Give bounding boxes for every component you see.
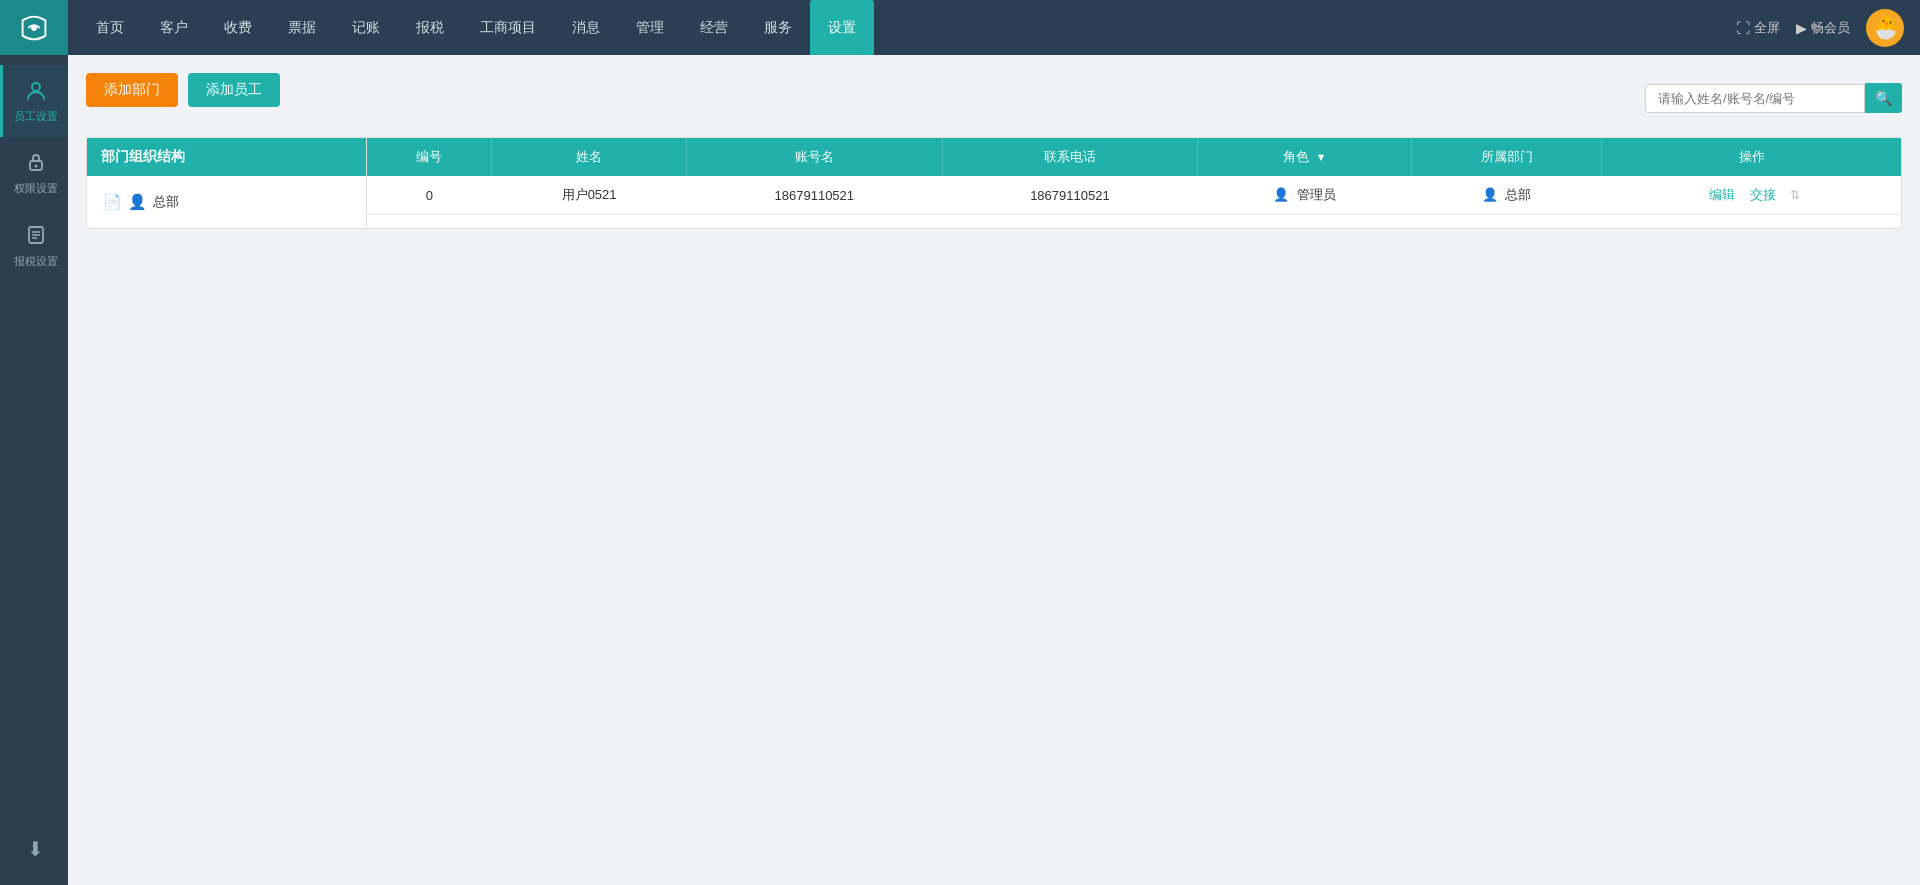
transfer-link[interactable]: 交接 xyxy=(1750,187,1776,202)
sidebar: 员工设置 权限设置 报税设置 xyxy=(0,55,68,885)
role-person-icon: 👤 xyxy=(1273,187,1289,202)
sidebar-bottom: ⬇ xyxy=(0,823,68,885)
col-header-role[interactable]: 角色 ▼ xyxy=(1198,138,1412,176)
nav-item-invoice[interactable]: 票据 xyxy=(270,0,334,55)
table-scroll-area: 编号 姓名 账号名 联系电话 角色 ▼ 所属部门 操作 xyxy=(367,138,1901,215)
nav-item-settings[interactable]: 设置 xyxy=(810,0,874,55)
svg-point-3 xyxy=(34,165,37,168)
avatar-icon: 🐣 xyxy=(1872,15,1899,41)
search-button[interactable]: 🔍 xyxy=(1865,83,1902,113)
nav-item-service[interactable]: 服务 xyxy=(746,0,810,55)
sidebar-label-employee: 员工设置 xyxy=(14,109,58,123)
vip-btn[interactable]: ▶ 畅会员 xyxy=(1796,19,1850,37)
employee-icon xyxy=(25,79,47,104)
table-panel: 编号 姓名 账号名 联系电话 角色 ▼ 所属部门 操作 xyxy=(367,138,1901,228)
add-staff-button[interactable]: 添加员工 xyxy=(188,73,280,107)
nav-item-client[interactable]: 客户 xyxy=(142,0,206,55)
col-role-label: 角色 xyxy=(1283,149,1309,164)
dept-panel-header: 部门组织结构 xyxy=(87,138,366,176)
nav-item-manage[interactable]: 管理 xyxy=(618,0,682,55)
main-panel: 部门组织结构 📄 👤 总部 编号 姓名 xyxy=(86,137,1902,229)
sidebar-item-tax-settings[interactable]: 报税设置 xyxy=(0,210,68,282)
nav-item-business[interactable]: 工商项目 xyxy=(462,0,554,55)
permission-icon xyxy=(25,151,47,176)
col-header-action: 操作 xyxy=(1602,138,1901,176)
svg-point-0 xyxy=(31,25,37,31)
nav-items: 首页 客户 收费 票据 记账 报税 工商项目 消息 管理 经营 服务 设置 xyxy=(68,0,1736,55)
avatar[interactable]: 🐣 xyxy=(1866,9,1904,47)
logo-area xyxy=(0,0,68,55)
nav-item-tax[interactable]: 报税 xyxy=(398,0,462,55)
svg-point-1 xyxy=(32,83,40,91)
filter-icon: ▼ xyxy=(1315,151,1326,163)
tax-settings-icon xyxy=(25,224,47,249)
cell-dept: 👤 总部 xyxy=(1412,176,1602,215)
employee-table: 编号 姓名 账号名 联系电话 角色 ▼ 所属部门 操作 xyxy=(367,138,1901,215)
vip-label: 畅会员 xyxy=(1811,19,1850,37)
col-header-phone: 联系电话 xyxy=(942,138,1198,176)
sidebar-label-tax-settings: 报税设置 xyxy=(14,254,58,268)
col-header-dept: 所属部门 xyxy=(1412,138,1602,176)
cell-name: 用户0521 xyxy=(492,176,687,215)
cell-id: 0 xyxy=(367,176,492,215)
fullscreen-label: 全屏 xyxy=(1754,19,1780,37)
nav-item-fee[interactable]: 收费 xyxy=(206,0,270,55)
main-layout: 员工设置 权限设置 报税设置 xyxy=(0,55,1920,885)
add-dept-button[interactable]: 添加部门 xyxy=(86,73,178,107)
nav-item-operation[interactable]: 经营 xyxy=(682,0,746,55)
sidebar-item-employee[interactable]: 员工设置 xyxy=(0,65,68,137)
fullscreen-icon: ⛶ xyxy=(1736,20,1750,36)
col-header-name: 姓名 xyxy=(492,138,687,176)
cell-account: 18679110521 xyxy=(687,176,943,215)
cell-action: 编辑 交接 ⇅ xyxy=(1602,176,1901,215)
nav-item-message[interactable]: 消息 xyxy=(554,0,618,55)
content-area: 添加部门 添加员工 🔍 部门组织结构 📄 👤 总部 xyxy=(68,55,1920,885)
sidebar-label-permission: 权限设置 xyxy=(14,181,58,195)
nav-item-home[interactable]: 首页 xyxy=(78,0,142,55)
col-header-id: 编号 xyxy=(367,138,492,176)
download-icon: ⬇ xyxy=(27,837,44,861)
cell-role: 👤 管理员 xyxy=(1198,176,1412,215)
cell-phone: 18679110521 xyxy=(942,176,1198,215)
edit-link[interactable]: 编辑 xyxy=(1709,187,1735,202)
top-navigation: 首页 客户 收费 票据 记账 报税 工商项目 消息 管理 经营 服务 设置 ⛶ … xyxy=(0,0,1920,55)
dept-person-icon: 👤 xyxy=(128,193,147,211)
nav-right: ⛶ 全屏 ▶ 畅会员 🐣 xyxy=(1736,9,1920,47)
dept-person-icon-row: 👤 xyxy=(1482,187,1498,202)
col-header-account: 账号名 xyxy=(687,138,943,176)
dept-label: 总部 xyxy=(1505,187,1531,202)
fullscreen-btn[interactable]: ⛶ 全屏 xyxy=(1736,19,1780,37)
action-buttons: 添加部门 添加员工 xyxy=(86,73,280,107)
dept-panel: 部门组织结构 📄 👤 总部 xyxy=(87,138,367,228)
row-scroll-arrows: ⇅ xyxy=(1790,188,1800,202)
search-area: 🔍 xyxy=(1645,83,1902,113)
logo-icon xyxy=(15,9,53,47)
dept-tree-item-label: 总部 xyxy=(153,193,179,211)
vip-icon: ▶ xyxy=(1796,20,1807,36)
dept-tree-item-root[interactable]: 📄 👤 总部 xyxy=(95,186,358,218)
dept-file-icon: 📄 xyxy=(103,193,122,211)
search-input[interactable] xyxy=(1645,84,1865,113)
sidebar-item-permission[interactable]: 权限设置 xyxy=(0,137,68,209)
dept-tree: 📄 👤 总部 xyxy=(87,176,366,228)
table-row: 0 用户0521 18679110521 18679110521 👤 管理员 👤 xyxy=(367,176,1901,215)
nav-item-bookkeeping[interactable]: 记账 xyxy=(334,0,398,55)
role-label: 管理员 xyxy=(1297,187,1336,202)
table-header-row: 编号 姓名 账号名 联系电话 角色 ▼ 所属部门 操作 xyxy=(367,138,1901,176)
search-icon: 🔍 xyxy=(1875,90,1892,106)
sidebar-download-btn[interactable]: ⬇ xyxy=(0,823,68,875)
